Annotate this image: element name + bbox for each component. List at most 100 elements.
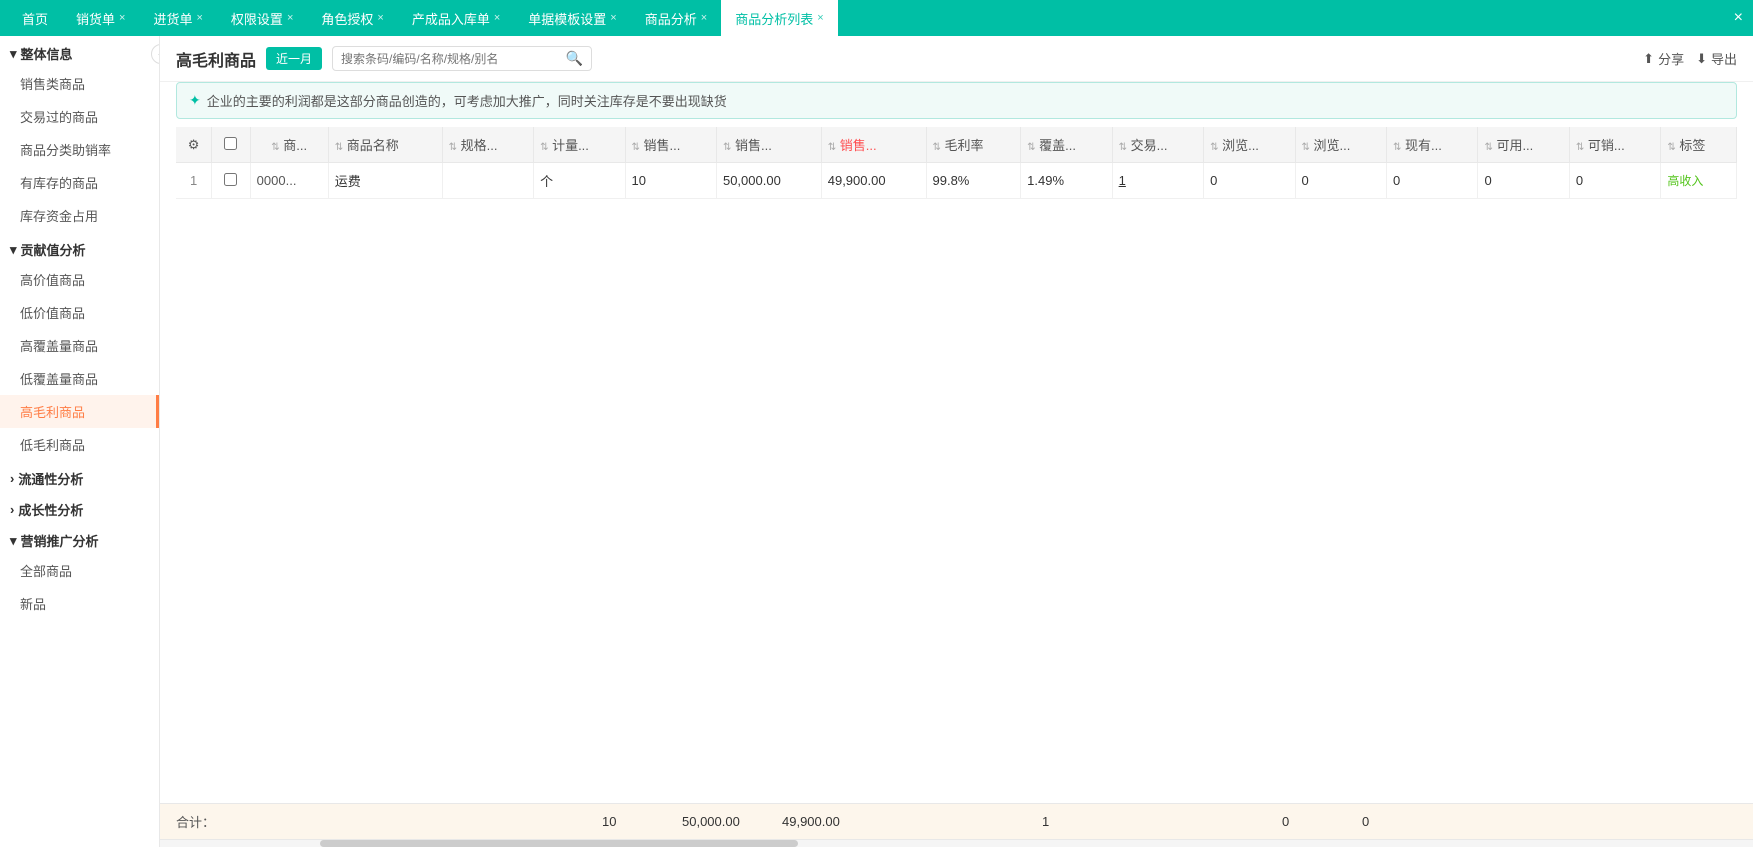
- cell-coverage: 1.49%: [1021, 163, 1112, 199]
- col-view1[interactable]: ⇅ 浏览...: [1204, 127, 1295, 163]
- col-unit[interactable]: ⇅ 计量...: [534, 127, 625, 163]
- row-checkbox[interactable]: [224, 173, 237, 186]
- sidebar-item-high-margin[interactable]: 高毛利商品: [0, 395, 159, 428]
- close-icon[interactable]: ×: [287, 12, 293, 24]
- sidebar-item-low-coverage[interactable]: 低覆盖量商品: [0, 362, 159, 395]
- content-header: 高毛利商品 近一月 🔍 ⬆ 分享 ⬇ 导出: [160, 36, 1753, 82]
- nav-tab-product-analysis[interactable]: 商品分析 ×: [631, 0, 721, 36]
- cell-index: 1: [176, 163, 212, 199]
- sidebar-item-new-goods[interactable]: 新品: [0, 587, 159, 620]
- nav-tab-permission[interactable]: 权限设置 ×: [217, 0, 307, 36]
- sidebar-item-high-coverage[interactable]: 高覆盖量商品: [0, 329, 159, 362]
- share-icon: ⬆: [1643, 51, 1654, 67]
- cell-checkbox[interactable]: [212, 163, 250, 199]
- nav-tab-role[interactable]: 角色授权 ×: [307, 0, 397, 36]
- sidebar-item-traded-goods[interactable]: 交易过的商品: [0, 100, 159, 133]
- chevron-right-icon: ›: [10, 502, 14, 517]
- nav-tab-product-analysis-list[interactable]: 商品分析列表 ×: [721, 0, 837, 36]
- scrollbar-thumb[interactable]: [320, 840, 798, 847]
- cell-sales-amount: 50,000.00: [716, 163, 821, 199]
- col-spec[interactable]: ⇅ 规格...: [442, 127, 533, 163]
- footer-empty-3: [876, 814, 956, 829]
- col-sales-amount[interactable]: ⇅ 销售...: [716, 127, 821, 163]
- nav-tab-product-inbound[interactable]: 产成品入库单 ×: [398, 0, 514, 36]
- sidebar-item-high-value[interactable]: 高价值商品: [0, 263, 159, 296]
- close-icon[interactable]: ×: [377, 12, 383, 24]
- col-tag[interactable]: ⇅ 标签: [1661, 127, 1737, 163]
- footer-sales-qty: 10: [596, 814, 676, 829]
- cell-view1: 0: [1204, 163, 1295, 199]
- search-icon[interactable]: 🔍: [566, 50, 583, 67]
- col-saleable[interactable]: ⇅ 可销...: [1569, 127, 1660, 163]
- footer-trade: 1: [1036, 814, 1116, 829]
- sidebar-item-sales-goods[interactable]: 销售类商品: [0, 67, 159, 100]
- sidebar-item-stock-capital[interactable]: 库存资金占用: [0, 199, 159, 232]
- footer-total-bar: 合计： 10 50,000.00 49,900.00 1 0 0: [160, 803, 1753, 839]
- trade-link[interactable]: 1: [1119, 173, 1126, 188]
- period-button[interactable]: 近一月: [266, 47, 322, 70]
- col-trade[interactable]: ⇅ 交易...: [1112, 127, 1203, 163]
- close-icon[interactable]: ×: [610, 12, 616, 24]
- window-close-button[interactable]: ×: [1734, 9, 1743, 27]
- sidebar-item-in-stock-goods[interactable]: 有库存的商品: [0, 166, 159, 199]
- sidebar-item-all-goods[interactable]: 全部商品: [0, 554, 159, 587]
- col-sales-qty[interactable]: ⇅ 销售...: [625, 127, 716, 163]
- cell-view2: 0: [1295, 163, 1386, 199]
- nav-tab-home[interactable]: 首页: [8, 0, 62, 36]
- col-available[interactable]: ⇅ 可用...: [1478, 127, 1569, 163]
- cell-trade: 1: [1112, 163, 1203, 199]
- sidebar-group-marketing[interactable]: ▾ 营销推广分析: [0, 523, 159, 554]
- cell-tag: 高收入: [1661, 163, 1737, 199]
- col-sales-profit[interactable]: ⇅ 销售...: [821, 127, 926, 163]
- sidebar-group-contribution[interactable]: ▾ 贡献值分析: [0, 232, 159, 263]
- cell-saleable: 0: [1569, 163, 1660, 199]
- product-table: ⚙ ⇅ 商... ⇅ 商品名称 ⇅ 规格... ⇅ 计量... ⇅ 销售... …: [176, 127, 1737, 199]
- close-icon[interactable]: ×: [196, 12, 202, 24]
- footer-empty-6: [1196, 814, 1276, 829]
- col-name[interactable]: ⇅ 商品名称: [328, 127, 442, 163]
- col-view2[interactable]: ⇅ 浏览...: [1295, 127, 1386, 163]
- chevron-down-icon: ▾: [10, 242, 17, 258]
- col-coverage[interactable]: ⇅ 覆盖...: [1021, 127, 1112, 163]
- cell-code[interactable]: 0000...: [250, 163, 328, 199]
- sidebar: « ▾ 整体信息 销售类商品 交易过的商品 商品分类助销率 有库存的商品 库存资…: [0, 36, 160, 847]
- cell-gross-margin: 99.8%: [926, 163, 1021, 199]
- sidebar-item-low-margin[interactable]: 低毛利商品: [0, 428, 159, 461]
- close-icon[interactable]: ×: [119, 12, 125, 24]
- cell-current: 0: [1386, 163, 1477, 199]
- share-button[interactable]: ⬆ 分享: [1643, 49, 1684, 68]
- horizontal-scrollbar[interactable]: [160, 839, 1753, 847]
- content-area: 高毛利商品 近一月 🔍 ⬆ 分享 ⬇ 导出 ✦ 企业的主要的利润都是这部分商品创…: [160, 36, 1753, 847]
- col-code[interactable]: ⇅ 商...: [250, 127, 328, 163]
- nav-tab-purchase[interactable]: 进货单 ×: [139, 0, 216, 36]
- cell-available: 0: [1478, 163, 1569, 199]
- sidebar-item-category-assist-rate[interactable]: 商品分类助销率: [0, 133, 159, 166]
- footer-current: 0: [1276, 814, 1356, 829]
- footer-empty-5: [1116, 814, 1196, 829]
- nav-tab-template[interactable]: 单据模板设置 ×: [514, 0, 630, 36]
- info-icon: ✦: [189, 92, 201, 109]
- sidebar-group-overall[interactable]: ▾ 整体信息: [0, 36, 159, 67]
- export-button[interactable]: ⬇ 导出: [1696, 49, 1737, 68]
- col-gross-margin[interactable]: ⇅ 毛利率: [926, 127, 1021, 163]
- cell-sales-profit: 49,900.00: [821, 163, 926, 199]
- col-checkbox[interactable]: [212, 127, 250, 163]
- chevron-down-icon: ▾: [10, 533, 17, 549]
- footer-label: 合计：: [176, 812, 236, 831]
- col-current[interactable]: ⇅ 现有...: [1386, 127, 1477, 163]
- col-settings[interactable]: ⚙: [176, 127, 212, 163]
- footer-cells: 10 50,000.00 49,900.00 1 0 0: [236, 814, 1737, 829]
- cell-unit: 个: [534, 163, 625, 199]
- header-actions: ⬆ 分享 ⬇ 导出: [1643, 49, 1737, 68]
- main-layout: « ▾ 整体信息 销售类商品 交易过的商品 商品分类助销率 有库存的商品 库存资…: [0, 36, 1753, 847]
- search-input[interactable]: [341, 52, 560, 66]
- close-icon[interactable]: ×: [701, 12, 707, 24]
- close-icon[interactable]: ×: [494, 12, 500, 24]
- sidebar-group-liquidity[interactable]: › 流通性分析: [0, 461, 159, 492]
- sidebar-item-low-value[interactable]: 低价值商品: [0, 296, 159, 329]
- nav-tab-sales[interactable]: 销货单 ×: [62, 0, 139, 36]
- close-icon[interactable]: ×: [817, 12, 823, 24]
- footer-sales-amount: 50,000.00: [676, 814, 776, 829]
- sidebar-group-growth[interactable]: › 成长性分析: [0, 492, 159, 523]
- select-all-checkbox[interactable]: [224, 137, 237, 150]
